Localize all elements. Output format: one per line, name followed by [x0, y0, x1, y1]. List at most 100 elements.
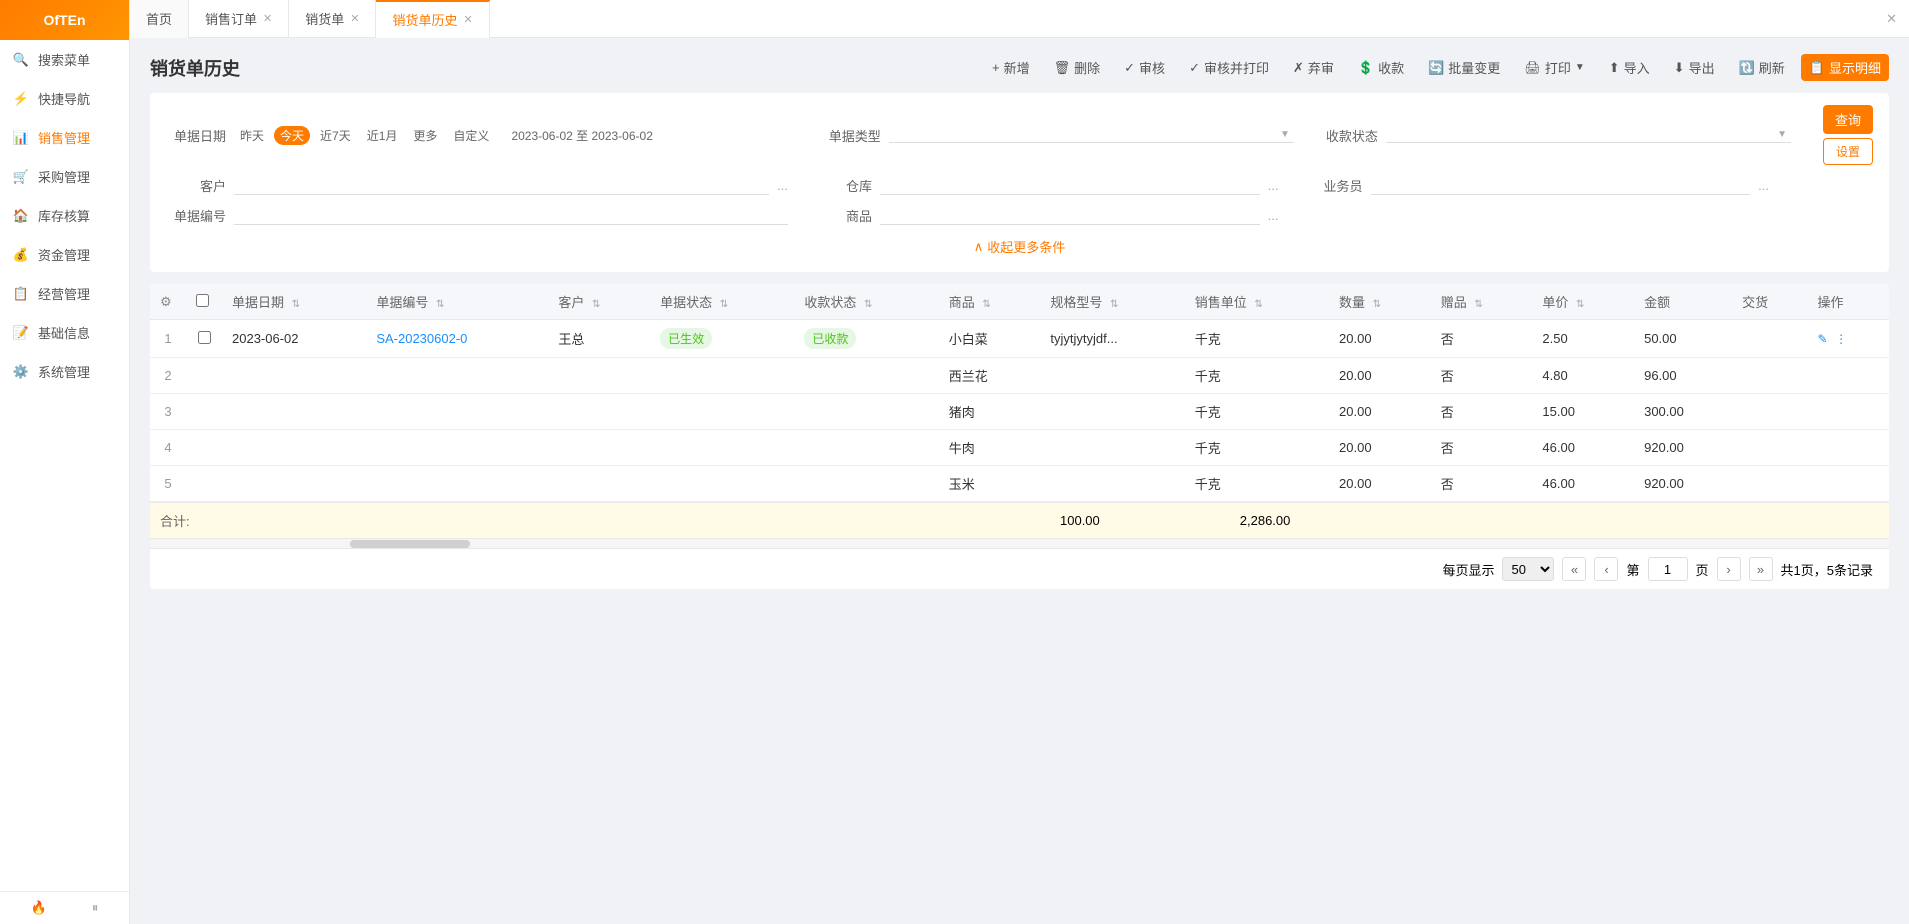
- tab-sales-history[interactable]: 销货单历史 ✕: [376, 0, 489, 38]
- col-transaction: 交货: [1732, 284, 1807, 320]
- batch-change-button[interactable]: 🔄 批量变更: [1420, 54, 1508, 81]
- col-qty[interactable]: 数量 ⇅: [1329, 284, 1431, 320]
- cell-qty: 20.00: [1329, 320, 1431, 358]
- export-button[interactable]: ⬇ 导出: [1666, 54, 1723, 81]
- collect-button[interactable]: 💲 收款: [1350, 54, 1412, 81]
- tab-sales-history-close[interactable]: ✕: [464, 13, 473, 26]
- goods-input[interactable]: [880, 205, 1260, 225]
- filter-customer: 客户 ...: [166, 175, 788, 195]
- audit-print-button[interactable]: ✓ 审核并打印: [1181, 54, 1277, 81]
- col-settings[interactable]: ⚙: [150, 284, 186, 320]
- cell-qty: 20.00: [1329, 358, 1431, 394]
- col-spec-type[interactable]: 规格型号 ⇅: [1040, 284, 1184, 320]
- warehouse-input[interactable]: [880, 175, 1260, 195]
- col-gift-sort: ⇅: [1474, 299, 1482, 310]
- doc-no-link[interactable]: SA-20230602-0: [376, 331, 467, 346]
- col-sales-unit[interactable]: 销售单位 ⇅: [1185, 284, 1329, 320]
- audit-button[interactable]: ✓ 审核: [1116, 54, 1173, 81]
- tab-sales-order-close[interactable]: ✕: [263, 12, 272, 25]
- salesperson-dots[interactable]: ...: [1758, 178, 1769, 193]
- sidebar-item-purchase-mgmt[interactable]: 🛒 采购管理: [0, 157, 129, 196]
- table-settings-icon[interactable]: ⚙: [160, 294, 172, 309]
- col-gift[interactable]: 赠品 ⇅: [1431, 284, 1533, 320]
- cell-transaction: [1732, 358, 1807, 394]
- print-icon: 🖨: [1524, 60, 1541, 76]
- basic-info-icon: 📝: [12, 324, 30, 342]
- edit-btn[interactable]: ✎: [1817, 332, 1827, 346]
- show-details-button[interactable]: 📋 显示明细: [1801, 54, 1889, 81]
- date-yesterday[interactable]: 昨天: [234, 126, 270, 145]
- customer-dots[interactable]: ...: [777, 178, 788, 193]
- sidebar-item-search-menu[interactable]: 🔍 搜索菜单: [0, 40, 129, 79]
- horizontal-scrollbar[interactable]: [150, 538, 1889, 548]
- customer-label: 客户: [166, 176, 226, 195]
- show-details-label: 显示明细: [1829, 58, 1881, 77]
- tab-sales-delivery[interactable]: 销货单 ✕: [289, 0, 376, 38]
- warehouse-dots[interactable]: ...: [1268, 178, 1279, 193]
- cell-operation: [1807, 466, 1889, 502]
- inventory-icon: 🏠: [12, 207, 30, 225]
- doc-number-input[interactable]: [234, 205, 788, 225]
- col-customer[interactable]: 客户 ⇅: [548, 284, 650, 320]
- close-all-tabs[interactable]: ✕: [1886, 11, 1909, 27]
- first-page-btn[interactable]: «: [1562, 557, 1586, 581]
- next-page-btn[interactable]: ›: [1717, 557, 1741, 581]
- abandon-button[interactable]: ✗ 弃审: [1285, 54, 1342, 81]
- tab-home[interactable]: 首页: [130, 0, 189, 38]
- audit-print-icon: ✓: [1189, 60, 1200, 76]
- col-pay-status-label: 收款状态: [804, 295, 856, 310]
- filter-row-3: 单据编号 商品 ...: [166, 205, 1873, 225]
- import-button[interactable]: ⬆ 导入: [1601, 54, 1658, 81]
- print-button[interactable]: 🖨 打印 ▼: [1516, 54, 1592, 81]
- filter-panel: 单据日期 昨天 今天 近7天 近1月 更多 自定义 2023-06-02 至 2…: [150, 93, 1889, 272]
- settings-button[interactable]: 设置: [1823, 138, 1873, 165]
- date-7days[interactable]: 近7天: [314, 126, 357, 145]
- date-range: 2023-06-02 至 2023-06-02: [511, 127, 652, 144]
- select-all-checkbox[interactable]: [196, 294, 209, 307]
- new-button[interactable]: + 新增: [984, 54, 1038, 81]
- col-unit-price[interactable]: 单价 ⇅: [1532, 284, 1634, 320]
- doc-type-select[interactable]: ▼: [889, 127, 1294, 143]
- sidebar-item-finance[interactable]: 💰 资金管理: [0, 235, 129, 274]
- prev-page-btn[interactable]: ‹: [1594, 557, 1618, 581]
- row-checkbox[interactable]: [198, 331, 211, 344]
- col-doc-date[interactable]: 单据日期 ⇅: [222, 284, 366, 320]
- date-today[interactable]: 今天: [274, 126, 310, 145]
- delete-button[interactable]: 🗑 删除: [1046, 54, 1109, 81]
- tab-sales-delivery-close[interactable]: ✕: [350, 12, 359, 25]
- last-page-btn[interactable]: »: [1749, 557, 1773, 581]
- sidebar-item-sys-mgmt[interactable]: ⚙️ 系统管理: [0, 352, 129, 391]
- query-button[interactable]: 查询: [1823, 105, 1873, 134]
- date-more[interactable]: 更多: [407, 126, 443, 145]
- date-1month[interactable]: 近1月: [361, 126, 404, 145]
- goods-dots[interactable]: ...: [1268, 208, 1279, 223]
- date-custom[interactable]: 自定义: [447, 126, 495, 145]
- salesperson-input[interactable]: [1371, 175, 1751, 195]
- col-goods[interactable]: 商品 ⇅: [939, 284, 1041, 320]
- more-btn[interactable]: ⋮: [1835, 332, 1847, 346]
- sidebar-item-ops-mgmt[interactable]: 📋 经营管理: [0, 274, 129, 313]
- sidebar-item-quick-nav[interactable]: ⚡ 快捷导航: [0, 79, 129, 118]
- sidebar-item-sales-mgmt[interactable]: 📊 销售管理: [0, 118, 129, 157]
- tab-sales-order[interactable]: 销售订单 ✕: [189, 0, 289, 38]
- sidebar-item-basic-info[interactable]: 📝 基础信息: [0, 313, 129, 352]
- table-row: 1 2023-06-02 SA-20230602-0 王总 已生效 已收款 小白…: [150, 320, 1889, 358]
- sidebar-item-inventory[interactable]: 🏠 库存核算: [0, 196, 129, 235]
- table-row: 2 西兰花 千克 20.00 否 4.80 96.00: [150, 358, 1889, 394]
- sidebar-bottom-left-icon[interactable]: 🔥: [31, 900, 47, 916]
- customer-input[interactable]: [234, 175, 769, 195]
- page-number-input[interactable]: [1648, 557, 1688, 581]
- cell-doc-date: [222, 394, 366, 430]
- sidebar-bottom-right-icon[interactable]: ⏸: [92, 900, 99, 916]
- per-page-select[interactable]: 50 100 200: [1502, 557, 1554, 581]
- scrollbar-thumb[interactable]: [350, 540, 470, 548]
- sidebar-item-label: 采购管理: [38, 167, 90, 186]
- cell-spec-type: [1040, 394, 1184, 430]
- collect-status-select[interactable]: ▼: [1386, 127, 1791, 143]
- col-doc-no[interactable]: 单据编号 ⇅: [366, 284, 548, 320]
- col-pay-status[interactable]: 收款状态 ⇅: [794, 284, 938, 320]
- refresh-button[interactable]: 🔃 刷新: [1731, 54, 1793, 81]
- col-doc-status[interactable]: 单据状态 ⇅: [650, 284, 794, 320]
- footer-total: 100.00 2,286.00: [240, 513, 1879, 528]
- collapse-button[interactable]: ∧ 收起更多条件: [970, 233, 1070, 260]
